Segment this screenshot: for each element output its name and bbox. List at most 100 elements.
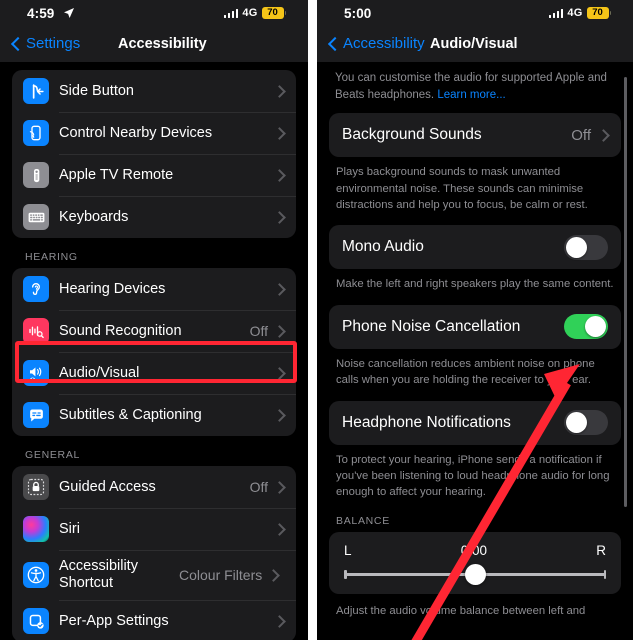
- back-to-settings-button[interactable]: Settings: [10, 35, 80, 52]
- chevron-right-icon: [273, 84, 286, 98]
- chevron-right-icon: [273, 408, 286, 422]
- mono-audio-toggle[interactable]: [564, 234, 608, 260]
- row-title: Phone Noise Cancellation: [342, 317, 521, 335]
- background-sounds-card: Background Sounds Off: [329, 113, 621, 158]
- row-value: Off: [249, 479, 268, 495]
- chevron-right-icon: [597, 128, 610, 142]
- left-phone-panel: 4:59 4G 70 Settings Accessibility Side B…: [0, 0, 308, 640]
- balance-slider[interactable]: [344, 563, 606, 585]
- lock-dashed-icon: [23, 474, 49, 500]
- left-status-bar: 4:59 4G 70: [0, 0, 308, 30]
- apple-tv-remote-icon: [23, 162, 49, 188]
- chevron-left-icon: [10, 36, 26, 51]
- network-label: 4G: [242, 7, 258, 19]
- section-header-balance: BALANCE: [336, 514, 390, 527]
- balance-value: 0.00: [460, 542, 488, 558]
- background-sounds-footnote: Plays background sounds to mask unwanted…: [336, 166, 588, 212]
- chevron-right-icon: [273, 522, 286, 536]
- row-label: Keyboards: [59, 208, 129, 225]
- settings-group-hearing: Hearing Devices Sound Recognition Off Au…: [12, 268, 296, 436]
- captions-bubble-icon: [23, 402, 49, 428]
- sidebar-item-guided-access[interactable]: Guided Access Off: [12, 466, 296, 508]
- mono-audio-row: Mono Audio: [329, 225, 621, 269]
- headphone-notifications-toggle[interactable]: [564, 410, 608, 436]
- row-label: Accessibility Shortcut: [59, 557, 138, 591]
- page-title: Accessibility: [118, 36, 207, 52]
- network-label: 4G: [567, 7, 583, 19]
- row-label: Hearing Devices: [59, 280, 166, 297]
- row-title: Background Sounds: [342, 126, 482, 144]
- headphone-notifications-footnote: To protect your hearing, iPhone sends a …: [336, 453, 610, 499]
- cellular-bars-icon: [223, 8, 239, 18]
- ear-icon: [23, 276, 49, 302]
- phone-noise-cancellation-toggle[interactable]: [564, 314, 608, 340]
- waveform-magnifier-icon: [23, 318, 49, 344]
- section-header-hearing: HEARING: [25, 251, 78, 263]
- accessibility-person-icon: [23, 562, 49, 588]
- screenshot-stage: 4:59 4G 70 Settings Accessibility Side B…: [0, 0, 640, 640]
- sidebar-item-per-app-settings[interactable]: Per-App Settings: [12, 600, 296, 640]
- balance-footnote: Adjust the audio volume balance between …: [336, 604, 586, 617]
- chevron-right-icon: [273, 324, 286, 338]
- headphone-notifications-card: Headphone Notifications: [329, 400, 621, 445]
- row-label: Per-App Settings: [59, 612, 169, 629]
- status-time: 5:00: [344, 6, 372, 21]
- left-nav-bar: Settings Accessibility: [0, 30, 308, 62]
- sidebar-item-sound-recognition[interactable]: Sound Recognition Off: [12, 310, 296, 352]
- back-label: Accessibility: [343, 35, 425, 52]
- page-title: Audio/Visual: [430, 36, 518, 52]
- row-label: Side Button: [59, 82, 134, 99]
- left-status-indicators: 4G 70: [223, 7, 286, 19]
- phone-noise-cancellation-row: Phone Noise Cancellation: [329, 305, 621, 349]
- row-label: Sound Recognition: [59, 322, 182, 339]
- mono-audio-card: Mono Audio: [329, 225, 621, 270]
- chevron-right-icon: [273, 480, 286, 494]
- chevron-right-icon: [273, 366, 286, 380]
- row-label: Audio/Visual: [59, 364, 140, 381]
- keyboard-icon: [23, 204, 49, 230]
- chevron-right-icon: [273, 168, 286, 182]
- row-label: Control Nearby Devices: [59, 124, 213, 141]
- row-title: Mono Audio: [342, 238, 424, 256]
- left-scroll-area[interactable]: Side Button Control Nearby Devices Apple…: [0, 62, 308, 640]
- sidebar-item-hearing-devices[interactable]: Hearing Devices: [12, 268, 296, 310]
- status-time: 4:59: [27, 6, 55, 21]
- vertical-scrollbar[interactable]: [624, 77, 627, 507]
- battery-percent: 70: [592, 7, 603, 19]
- row-value: Off: [249, 323, 268, 339]
- back-to-accessibility-button[interactable]: Accessibility: [327, 35, 425, 52]
- right-status-indicators: 4G 70: [548, 7, 611, 19]
- slider-right-cap: [603, 569, 606, 579]
- balance-left-label: L: [344, 542, 352, 558]
- side-button-icon: [23, 78, 49, 104]
- balance-right-label: R: [596, 542, 606, 558]
- phone-noise-cancellation-footnote: Noise cancellation reduces ambient noise…: [336, 357, 595, 387]
- right-nav-bar: Accessibility Audio/Visual: [317, 30, 633, 62]
- sidebar-item-control-nearby-devices[interactable]: Control Nearby Devices: [12, 112, 296, 154]
- sidebar-item-accessibility-shortcut[interactable]: Accessibility Shortcut Colour Filters: [12, 550, 296, 600]
- balance-card: L 0.00 R: [329, 531, 621, 594]
- right-scroll-area[interactable]: You can customise the audio for supporte…: [317, 62, 633, 640]
- intro-text: You can customise the audio for supporte…: [317, 62, 633, 113]
- phone-noise-cancellation-card: Phone Noise Cancellation: [329, 304, 621, 349]
- chevron-left-icon: [327, 36, 343, 51]
- sidebar-item-siri[interactable]: Siri: [12, 508, 296, 550]
- right-status-bar: 5:00 4G 70: [317, 0, 633, 30]
- sidebar-item-subtitles-captioning[interactable]: Subtitles & Captioning: [12, 394, 296, 436]
- sidebar-item-side-button[interactable]: Side Button: [12, 70, 296, 112]
- sidebar-item-audio-visual[interactable]: Audio/Visual: [12, 352, 296, 394]
- chevron-right-icon: [273, 126, 286, 140]
- background-sounds-row[interactable]: Background Sounds Off: [329, 113, 621, 157]
- row-label: Apple TV Remote: [59, 166, 174, 183]
- mono-audio-footnote: Make the left and right speakers play th…: [336, 278, 614, 291]
- row-title: Headphone Notifications: [342, 413, 511, 431]
- cellular-bars-icon: [548, 8, 564, 18]
- sidebar-item-keyboards[interactable]: Keyboards: [12, 196, 296, 238]
- slider-thumb[interactable]: [464, 563, 486, 585]
- chevron-right-icon: [273, 282, 286, 296]
- speaker-eye-icon: [23, 360, 49, 386]
- learn-more-link[interactable]: Learn more...: [437, 89, 505, 101]
- sidebar-item-apple-tv-remote[interactable]: Apple TV Remote: [12, 154, 296, 196]
- chevron-right-icon: [273, 210, 286, 224]
- per-app-settings-icon: [23, 608, 49, 634]
